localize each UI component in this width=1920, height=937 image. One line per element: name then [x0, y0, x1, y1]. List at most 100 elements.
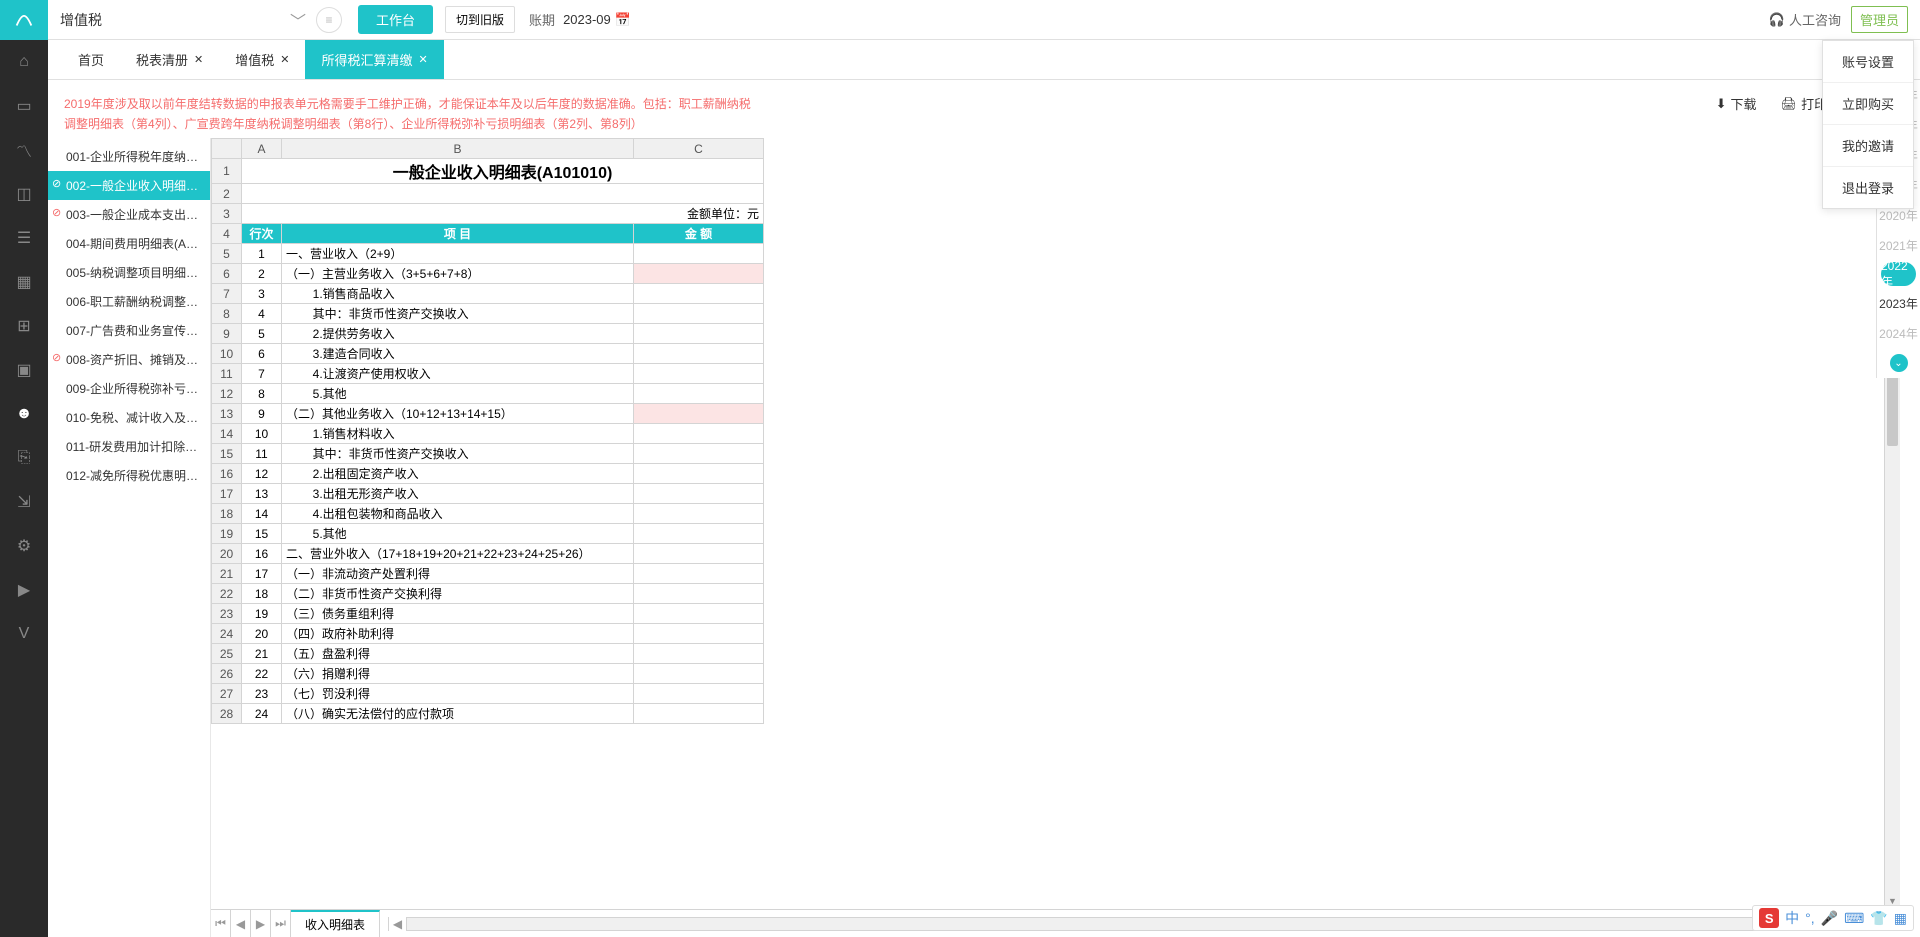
row-item[interactable]: 3.建造合同收入 [282, 344, 634, 364]
rail-export-icon[interactable]: ⇲ [0, 480, 48, 524]
row-item[interactable]: （三）债务重组利得 [282, 604, 634, 624]
user-menu-item-2[interactable]: 我的邀请 [1823, 125, 1913, 167]
ime-mic-icon[interactable]: 🎤 [1821, 910, 1838, 927]
module-dropdown-icon[interactable]: ﹀ [290, 8, 306, 32]
workbench-button[interactable]: 工作台 [358, 5, 433, 34]
amount-cell[interactable] [634, 704, 764, 724]
tab-0[interactable]: 首页 [62, 40, 120, 79]
row-header[interactable]: 8 [212, 304, 242, 324]
row-header[interactable]: 13 [212, 404, 242, 424]
row-item[interactable]: 4.出租包装物和商品收入 [282, 504, 634, 524]
user-menu-item-0[interactable]: 账号设置 [1823, 41, 1913, 83]
row-item[interactable]: 4.让渡资产使用权收入 [282, 364, 634, 384]
period-value[interactable]: 2023-09 [563, 12, 611, 27]
amount-cell[interactable] [634, 344, 764, 364]
amount-cell[interactable] [634, 664, 764, 684]
row-header[interactable]: 24 [212, 624, 242, 644]
row-item[interactable]: （二）非货币性资产交换利得 [282, 584, 634, 604]
tree-node-5[interactable]: 006-职工薪酬纳税调整明细… [48, 287, 210, 316]
amount-cell[interactable] [634, 644, 764, 664]
amount-cell[interactable] [634, 604, 764, 624]
user-menu-item-1[interactable]: 立即购买 [1823, 83, 1913, 125]
row-item[interactable]: （四）政府补助利得 [282, 624, 634, 644]
tree-node-7[interactable]: ⊘008-资产折旧、摊销及纳税… [48, 345, 210, 374]
row-header[interactable]: 9 [212, 324, 242, 344]
row-header[interactable]: 18 [212, 504, 242, 524]
row-item[interactable]: （八）确实无法偿付的应付款项 [282, 704, 634, 724]
tree-node-10[interactable]: 011-研发费用加计扣除优惠… [48, 432, 210, 461]
amount-cell[interactable] [634, 384, 764, 404]
col-header[interactable]: B [282, 139, 634, 159]
row-item[interactable]: 二、营业外收入（17+18+19+20+21+22+23+24+25+26） [282, 544, 634, 564]
row-header[interactable]: 16 [212, 464, 242, 484]
tab-1[interactable]: 税表清册✕ [120, 40, 219, 79]
row-header[interactable]: 20 [212, 544, 242, 564]
amount-cell[interactable] [634, 584, 764, 604]
tree-node-11[interactable]: 012-减免所得税优惠明细表(… [48, 461, 210, 490]
row-item[interactable]: （二）其他业务收入（10+12+13+14+15） [282, 404, 634, 424]
rail-tax-icon[interactable]: ☻ [0, 392, 48, 436]
tab-close-icon[interactable]: ✕ [280, 53, 289, 66]
row-header[interactable]: 11 [212, 364, 242, 384]
amount-cell[interactable] [634, 304, 764, 324]
download-button[interactable]: ⬇下载 [1716, 94, 1757, 113]
row-item[interactable]: 3.出租无形资产收入 [282, 484, 634, 504]
admin-button[interactable]: 管理员 [1851, 6, 1908, 33]
row-item[interactable]: 其中：非货币性资产交换收入 [282, 444, 634, 464]
tree-node-4[interactable]: 005-纳税调整项目明细表(A1… [48, 258, 210, 287]
rail-box-icon[interactable]: ▣ [0, 348, 48, 392]
row-item[interactable]: （五）盘盈利得 [282, 644, 634, 664]
row-header[interactable]: 28 [212, 704, 242, 724]
row-header[interactable]: 21 [212, 564, 242, 584]
tree-node-3[interactable]: 004-期间费用明细表(A1040… [48, 229, 210, 258]
row-item[interactable]: 5.其他 [282, 384, 634, 404]
row-header[interactable]: 27 [212, 684, 242, 704]
ime-toolbox-icon[interactable]: ▦ [1894, 910, 1907, 927]
print-button[interactable]: 🖨打印 [1781, 94, 1828, 113]
rail-grid-icon[interactable]: ▦ [0, 260, 48, 304]
row-header[interactable]: 17 [212, 484, 242, 504]
amount-cell[interactable] [634, 524, 764, 544]
ime-keyboard-icon[interactable]: ⌨ [1844, 910, 1864, 927]
tab-close-icon[interactable]: ✕ [419, 53, 428, 66]
amount-cell[interactable] [634, 364, 764, 384]
amount-cell[interactable] [634, 424, 764, 444]
hscroll-left-icon[interactable]: ◀ [388, 917, 406, 931]
consult-link[interactable]: 🎧人工咨询 [1769, 10, 1841, 29]
module-name[interactable]: 增值税 [60, 10, 102, 30]
amount-cell[interactable] [634, 444, 764, 464]
rail-chart-icon[interactable]: 〽 [0, 128, 48, 172]
amount-cell[interactable] [634, 324, 764, 344]
row-item[interactable]: 5.其他 [282, 524, 634, 544]
amount-cell[interactable] [634, 484, 764, 504]
row-header[interactable]: 10 [212, 344, 242, 364]
user-menu-item-3[interactable]: 退出登录 [1823, 167, 1913, 208]
row-header[interactable]: 15 [212, 444, 242, 464]
horizontal-scrollbar[interactable]: ◀ ▶ [380, 910, 1900, 937]
row-item[interactable]: （一）非流动资产处置利得 [282, 564, 634, 584]
tree-node-2[interactable]: ⊘003-一般企业成本支出明细… [48, 200, 210, 229]
row-header[interactable]: 12 [212, 384, 242, 404]
tree-node-1[interactable]: ⊘002-一般企业收入明细表(A1… [48, 171, 210, 200]
year-2023年[interactable]: 2023年 [1877, 288, 1920, 318]
row-item[interactable]: 其中：非货币性资产交换收入 [282, 304, 634, 324]
year-2022年[interactable]: 2022年 [1881, 262, 1916, 286]
row-header[interactable]: 5 [212, 244, 242, 264]
row-header[interactable]: 22 [212, 584, 242, 604]
calendar-icon[interactable]: 📅 [615, 12, 631, 28]
row-header[interactable]: 19 [212, 524, 242, 544]
ime-toolbar[interactable]: S 中 °, 🎤 ⌨ 👕 ▦ [1752, 905, 1914, 931]
ime-skin-icon[interactable]: 👕 [1870, 910, 1887, 927]
sheet-tab[interactable]: 收入明细表 [291, 910, 380, 937]
row-header[interactable]: 14 [212, 424, 242, 444]
spreadsheet-scroll[interactable]: ABC1一般企业收入明细表(A101010)23金额单位：元4行次项 目金 额5… [211, 138, 1900, 909]
col-header[interactable]: A [242, 139, 282, 159]
rail-v-icon[interactable]: V [0, 612, 48, 656]
old-version-button[interactable]: 切到旧版 [445, 6, 515, 33]
row-header[interactable]: 7 [212, 284, 242, 304]
year-2021年[interactable]: 2021年 [1877, 230, 1920, 260]
ime-lang[interactable]: 中 [1785, 908, 1799, 928]
rail-doc-icon[interactable]: ▭ [0, 84, 48, 128]
amount-cell[interactable] [634, 404, 764, 424]
rail-gear-icon[interactable]: ⚙ [0, 524, 48, 568]
